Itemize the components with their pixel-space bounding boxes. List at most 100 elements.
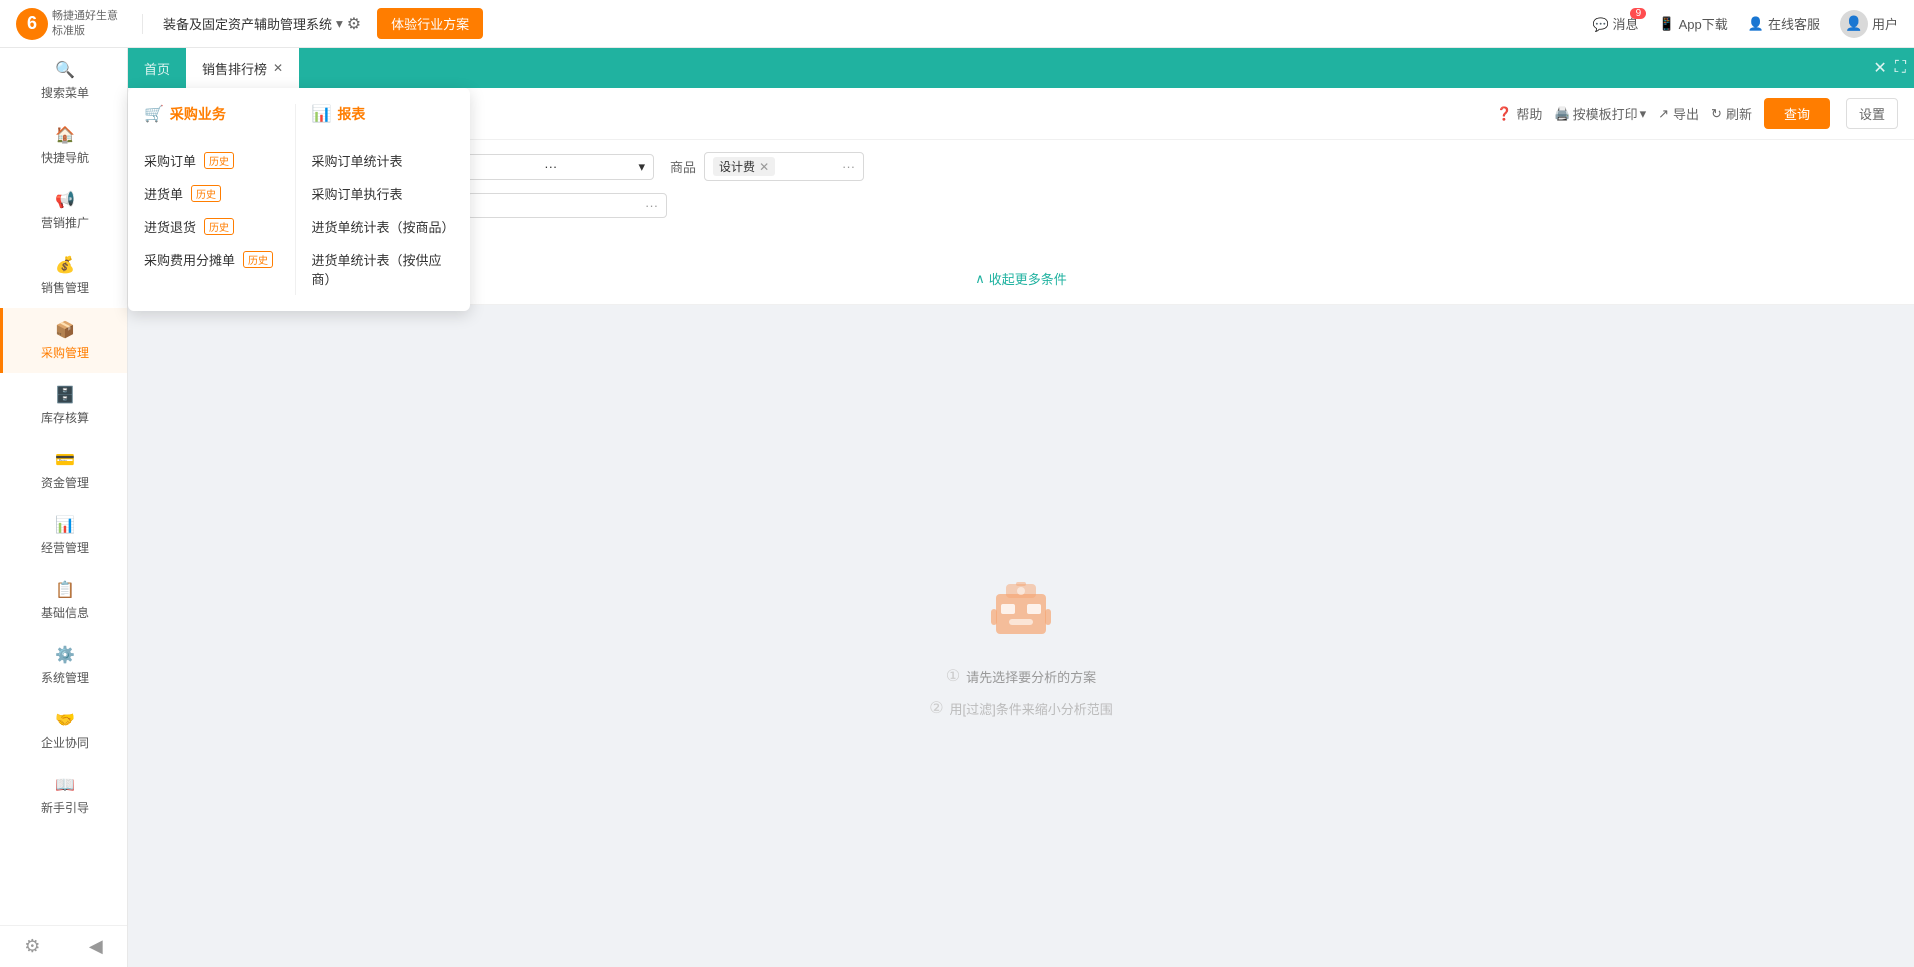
- expense-label: 采购费用分摊单: [144, 250, 235, 269]
- refresh-label: 刷新: [1726, 104, 1752, 123]
- export-icon: ↗: [1658, 106, 1669, 122]
- menu-section-report-title: 📊 报表: [312, 104, 455, 132]
- system-settings-btn[interactable]: ⚙: [347, 14, 361, 34]
- tab-bar-actions: ✕ ⛶: [1873, 58, 1914, 78]
- status-input[interactable]: ··· ▾: [454, 154, 654, 180]
- user-action[interactable]: 👤 用户: [1840, 10, 1898, 38]
- app-download-action[interactable]: 📱 App下载: [1658, 14, 1727, 33]
- setting-btn[interactable]: 设置: [1846, 98, 1898, 129]
- logo-text: 畅捷通好生意 标准版: [52, 9, 118, 38]
- incoming-history-badge: 历史: [191, 185, 221, 202]
- hint-bullet-2: ②: [929, 698, 943, 718]
- tag-close-icon[interactable]: ✕: [759, 160, 769, 174]
- online-service-action[interactable]: 👤 在线客服: [1748, 14, 1820, 33]
- industry-btn[interactable]: 体验行业方案: [377, 8, 483, 39]
- sidebar-label-search: 搜索菜单: [41, 84, 89, 101]
- tab-close-all-btn[interactable]: ✕: [1873, 58, 1886, 78]
- sidebar: 🔍 搜索菜单 🏠 快捷导航 📢 营销推广 💰 销售管理 📦 采购管: [0, 48, 128, 967]
- menu-item-incoming-stats-goods[interactable]: 进货单统计表（按商品）: [312, 210, 455, 243]
- help-action[interactable]: ❓ 帮助: [1496, 104, 1542, 123]
- tab-home[interactable]: 首页: [128, 48, 186, 88]
- tab-sales-rank-label: 销售排行榜: [202, 59, 267, 78]
- sidebar-item-basic-info[interactable]: 📋 基础信息: [0, 568, 127, 633]
- system-title: 装备及固定资产辅助管理系统: [163, 14, 332, 33]
- sidebar-item-quick-nav[interactable]: 🏠 快捷导航: [0, 113, 127, 178]
- home-icon: 🏠: [55, 125, 75, 145]
- enterprise-icon: 🤝: [55, 710, 75, 730]
- purchase-icon: 📦: [55, 320, 75, 340]
- business-section-icon: 🛒: [144, 104, 164, 124]
- tab-home-label: 首页: [144, 59, 170, 78]
- return-label: 进货退货: [144, 217, 196, 236]
- print-label: 按模板打印: [1573, 104, 1638, 123]
- menu-item-incoming-stats-supplier[interactable]: 进货单统计表（按供应商）: [312, 243, 455, 295]
- sales-icon: 💰: [55, 255, 75, 275]
- sidebar-nav: 🔍 搜索菜单 🏠 快捷导航 📢 营销推广 💰 销售管理 📦 采购管: [0, 48, 127, 925]
- sidebar-label-quick-nav: 快捷导航: [41, 149, 89, 166]
- salesperson-input[interactable]: ···: [467, 193, 667, 218]
- print-dropdown-icon: ▾: [1640, 106, 1647, 122]
- refresh-action[interactable]: ↻ 刷新: [1711, 104, 1752, 123]
- tab-close-btn[interactable]: ✕: [273, 61, 283, 75]
- status-chevron-icon: ▾: [639, 159, 646, 175]
- empty-hint-2: ② 用[过滤]条件来缩小分析范围: [929, 698, 1113, 718]
- chevron-up-icon: ∧: [975, 271, 985, 287]
- menu-item-purchase-order[interactable]: 采购订单 历史: [144, 144, 287, 177]
- return-history-badge: 历史: [204, 218, 234, 235]
- expense-history-badge: 历史: [243, 251, 273, 268]
- menu-item-order-exec[interactable]: 采购订单执行表: [312, 177, 455, 210]
- guide-icon: 📖: [55, 775, 75, 795]
- menu-section-report: 📊 报表 采购订单统计表 采购订单执行表 进货单统计表（按商品） 进货单统计表（…: [295, 104, 455, 295]
- menu-item-order-stats[interactable]: 采购订单统计表: [312, 144, 455, 177]
- filter-goods: 商品 设计费 ✕ ···: [670, 152, 864, 181]
- system-icon: ⚙️: [55, 645, 75, 665]
- system-dropdown-btn[interactable]: ▾: [336, 16, 343, 32]
- sidebar-item-system[interactable]: ⚙️ 系统管理: [0, 633, 127, 698]
- sidebar-label-finance: 资金管理: [41, 474, 89, 491]
- sidebar-item-search[interactable]: 🔍 搜索菜单: [0, 48, 127, 113]
- empty-state: ① 请先选择要分析的方案 ② 用[过滤]条件来缩小分析范围: [128, 305, 1914, 967]
- sidebar-item-sales[interactable]: 💰 销售管理: [0, 243, 127, 308]
- empty-hint-text-1: 请先选择要分析的方案: [966, 667, 1096, 686]
- report-section-icon: 📊: [312, 104, 332, 124]
- menu-item-incoming[interactable]: 进货单 历史: [144, 177, 287, 210]
- export-label: 导出: [1673, 104, 1699, 123]
- notification-action[interactable]: 💬 消息 9: [1593, 14, 1639, 33]
- purchase-dropdown-menu: 🛒 采购业务 采购订单 历史 进货单 历史 进货退货 历史 采购费用分摊单 历史: [128, 88, 470, 311]
- tab-expand-btn[interactable]: ⛶: [1895, 59, 1906, 77]
- sidebar-label-enterprise: 企业协同: [41, 734, 89, 751]
- hint-bullet-1: ①: [946, 666, 960, 686]
- sidebar-label-guide: 新手引导: [41, 799, 89, 816]
- sidebar-collapse-btn[interactable]: ◀: [89, 936, 103, 957]
- sidebar-item-marketing[interactable]: 📢 营销推广: [0, 178, 127, 243]
- notification-label: 消息: [1612, 17, 1638, 32]
- tab-sales-rank[interactable]: 销售排行榜 ✕: [186, 48, 299, 88]
- notification-badge: 9: [1630, 8, 1646, 19]
- goods-dots: ···: [842, 159, 855, 174]
- basic-info-icon: 📋: [55, 580, 75, 600]
- system-title-area: 装备及固定资产辅助管理系统 ▾ ⚙: [142, 14, 361, 34]
- sidebar-item-guide[interactable]: 📖 新手引导: [0, 763, 127, 828]
- sidebar-item-inventory[interactable]: 🗄️ 库存核算: [0, 373, 127, 438]
- empty-hint-text-2: 用[过滤]条件来缩小分析范围: [950, 699, 1113, 718]
- user-avatar: 👤: [1840, 10, 1868, 38]
- print-action[interactable]: 🖨️ 按模板打印 ▾: [1554, 104, 1646, 123]
- empty-illustration: [971, 554, 1071, 654]
- purchase-order-label: 采购订单: [144, 151, 196, 170]
- menu-item-expense[interactable]: 采购费用分摊单 历史: [144, 243, 287, 276]
- marketing-icon: 📢: [55, 190, 75, 210]
- search-icon: 🔍: [55, 60, 75, 80]
- sidebar-item-finance[interactable]: 💳 资金管理: [0, 438, 127, 503]
- sidebar-label-purchase: 采购管理: [41, 344, 89, 361]
- export-action[interactable]: ↗ 导出: [1658, 104, 1699, 123]
- goods-input[interactable]: 设计费 ✕ ···: [704, 152, 864, 181]
- logo-icon: 6: [16, 8, 48, 40]
- incoming-stats-goods-label: 进货单统计表（按商品）: [312, 217, 455, 236]
- sidebar-item-purchase[interactable]: 📦 采购管理: [0, 308, 127, 373]
- query-btn[interactable]: 查询: [1764, 98, 1830, 129]
- sidebar-label-marketing: 营销推广: [41, 214, 89, 231]
- sidebar-settings-btn[interactable]: ⚙: [24, 936, 40, 957]
- menu-item-return[interactable]: 进货退货 历史: [144, 210, 287, 243]
- sidebar-item-enterprise[interactable]: 🤝 企业协同: [0, 698, 127, 763]
- sidebar-item-operations[interactable]: 📊 经营管理: [0, 503, 127, 568]
